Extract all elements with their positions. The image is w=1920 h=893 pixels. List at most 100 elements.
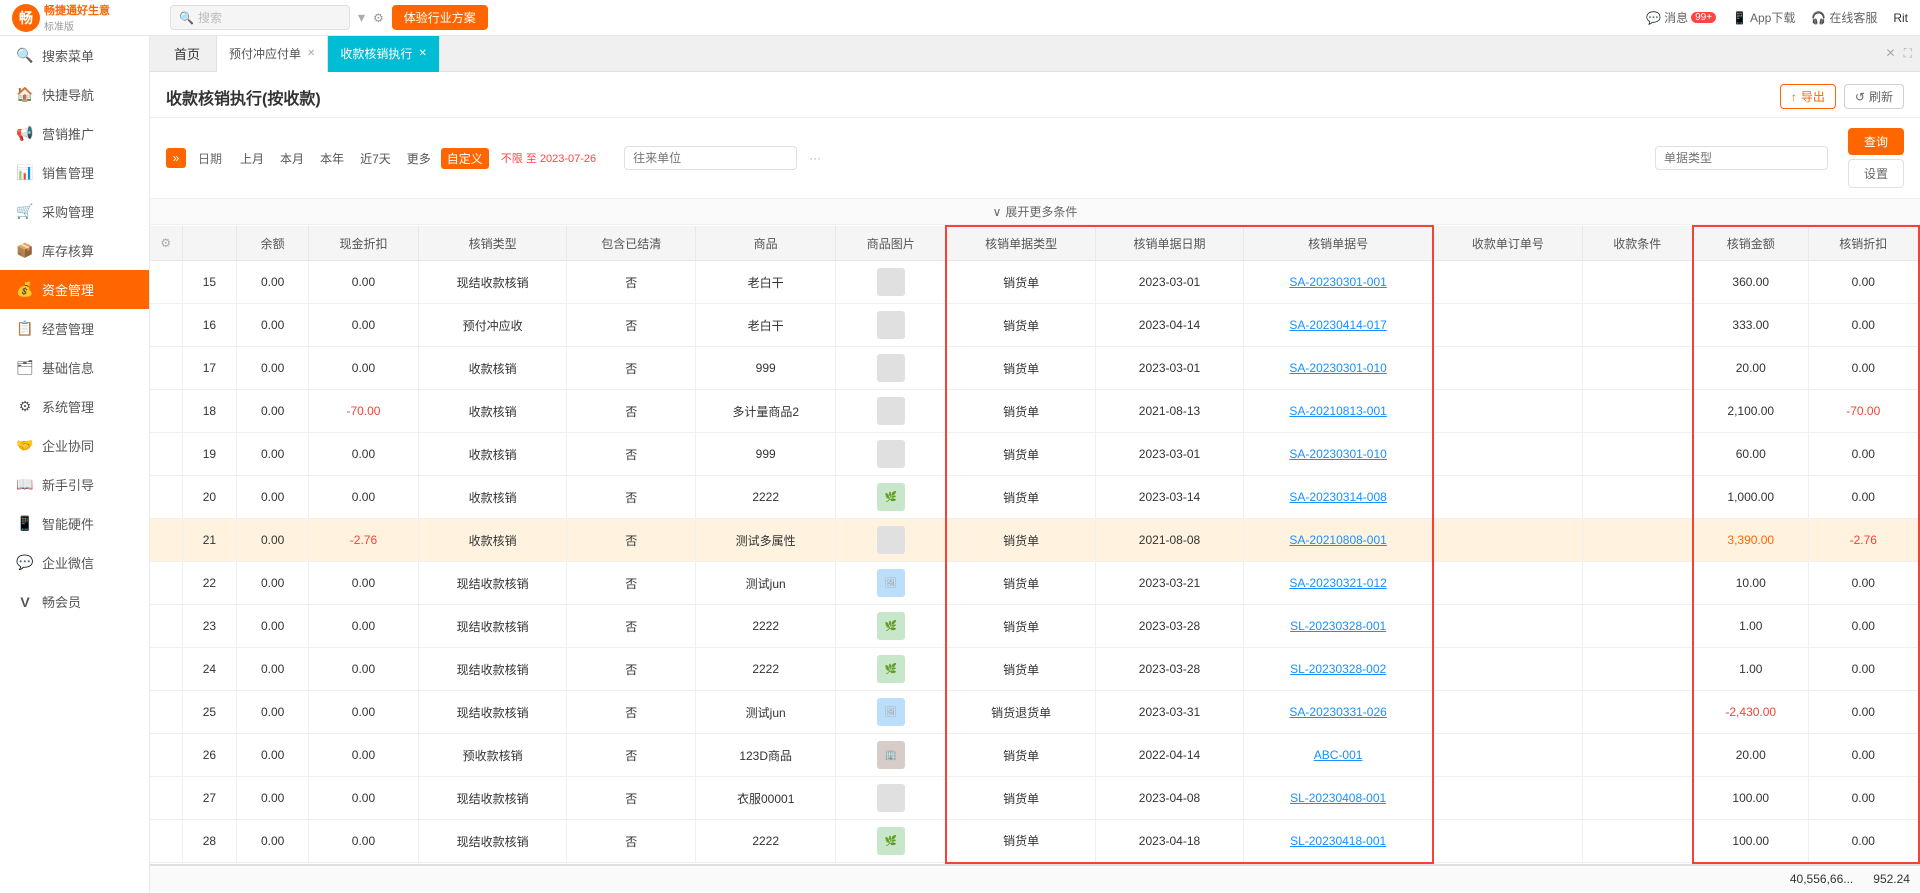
doc-type-input[interactable]: [1655, 146, 1828, 170]
cell-settings: [150, 648, 182, 691]
cell-include-settled: 否: [567, 347, 696, 390]
cell-receipt-order-no: [1433, 691, 1582, 734]
doc-no-link[interactable]: SA-20230321-012: [1289, 576, 1386, 590]
date-btn-custom[interactable]: 自定义: [441, 148, 489, 169]
cell-writeoff-doc-no[interactable]: SA-20210813-001: [1244, 390, 1434, 433]
cell-goods: 测试多属性: [696, 519, 836, 562]
expand-more-row[interactable]: ∨ 展开更多条件: [150, 199, 1920, 225]
sidebar-item-sales[interactable]: 📊 销售管理: [0, 153, 149, 192]
sidebar-item-finance[interactable]: 💰 资金管理: [0, 270, 149, 309]
cell-writeoff-doc-no[interactable]: SL-20230328-002: [1244, 648, 1434, 691]
export-label: 导出: [1801, 88, 1825, 105]
doc-no-link[interactable]: SA-20210808-001: [1289, 533, 1386, 547]
cell-seq: 16: [182, 304, 237, 347]
sidebar-item-inventory[interactable]: 📦 库存核算: [0, 231, 149, 270]
search-menu-icon: 🔍: [16, 47, 34, 65]
cell-writeoff-doc-no[interactable]: SL-20230328-001: [1244, 605, 1434, 648]
industry-solution-btn[interactable]: 体验行业方案: [392, 5, 488, 30]
cell-writeoff-doc-no[interactable]: SL-20230408-001: [1244, 777, 1434, 820]
cell-goods-img: 🌿: [836, 476, 947, 519]
tab-writeoff-label: 收款核销执行: [340, 45, 412, 62]
date-btn-more[interactable]: 更多: [401, 148, 437, 169]
data-table: ⚙ 余额 现金折扣 核销类型 包含已结清 商品 商品图片 核销单据类型 核销单据…: [150, 225, 1920, 864]
doc-no-link[interactable]: SA-20230414-017: [1289, 318, 1386, 332]
doc-no-link[interactable]: SL-20230328-001: [1290, 619, 1386, 633]
cell-writeoff-doc-no[interactable]: SA-20230331-026: [1244, 691, 1434, 734]
query-btn[interactable]: 查询: [1848, 128, 1904, 155]
date-btn-lastmonth[interactable]: 上月: [234, 148, 270, 169]
sidebar-item-purchase[interactable]: 🛒 采购管理: [0, 192, 149, 231]
sidebar-item-search-menu[interactable]: 🔍 搜索菜单: [0, 36, 149, 75]
sidebar-item-marketing[interactable]: 📢 营销推广: [0, 114, 149, 153]
marketing-icon: 📢: [16, 125, 34, 143]
cell-writeoff-doc-no[interactable]: SL-20230418-001: [1244, 820, 1434, 863]
tab-close-all[interactable]: ✕: [1886, 46, 1896, 61]
doc-no-link[interactable]: SL-20230408-001: [1290, 791, 1386, 805]
cell-writeoff-doc-no[interactable]: ABC-001: [1244, 734, 1434, 777]
tab-prepay-close[interactable]: ✕: [307, 48, 315, 59]
cell-writeoff-doc-no[interactable]: SA-20230414-017: [1244, 304, 1434, 347]
table-row: 15 0.00 0.00 现结收款核销 否 老白干 销货单 2023-03-01…: [150, 261, 1919, 304]
cell-writeoff-doc-no[interactable]: SA-20230314-008: [1244, 476, 1434, 519]
tab-prepay[interactable]: 预付冲应付单 ✕: [217, 36, 328, 72]
doc-no-link[interactable]: SA-20230301-010: [1289, 447, 1386, 461]
doc-no-link[interactable]: SA-20230301-010: [1289, 361, 1386, 375]
cell-balance: 0.00: [237, 261, 309, 304]
doc-no-link[interactable]: SA-20230331-026: [1289, 705, 1386, 719]
date-btn-7days[interactable]: 近7天: [354, 148, 397, 169]
cell-writeoff-doc-date: 2023-03-28: [1095, 605, 1243, 648]
from-unit-input[interactable]: [624, 146, 797, 170]
cell-balance: 0.00: [237, 304, 309, 347]
sidebar-label-quicknav: 快捷导航: [42, 85, 94, 104]
cell-writeoff-doc-no[interactable]: SA-20210808-001: [1244, 519, 1434, 562]
cell-writeoff-discount: 0.00: [1808, 261, 1919, 304]
tab-writeoff-close[interactable]: ✕: [418, 48, 426, 59]
messages-btn[interactable]: 💬 消息 99+: [1646, 9, 1716, 26]
doc-no-link[interactable]: SA-20230301-001: [1289, 275, 1386, 289]
doc-no-link[interactable]: SL-20230418-001: [1290, 834, 1386, 848]
tab-home[interactable]: 首页: [158, 36, 217, 72]
col-receipt-condition: 收款条件: [1582, 226, 1693, 261]
date-btn-thismonth[interactable]: 本月: [274, 148, 310, 169]
cell-writeoff-doc-no[interactable]: SA-20230301-010: [1244, 347, 1434, 390]
sidebar-item-quick-nav[interactable]: 🏠 快捷导航: [0, 75, 149, 114]
doc-no-link[interactable]: SL-20230328-002: [1290, 662, 1386, 676]
doc-no-link[interactable]: SA-20230314-008: [1289, 490, 1386, 504]
doc-no-link[interactable]: SA-20210813-001: [1289, 404, 1386, 418]
sidebar-item-collab[interactable]: 🤝 企业协同: [0, 426, 149, 465]
user-avatar[interactable]: Rit: [1893, 11, 1908, 25]
cell-receipt-order-no: [1433, 261, 1582, 304]
tab-writeoff[interactable]: 收款核销执行 ✕: [328, 36, 439, 72]
sidebar-item-system[interactable]: ⚙ 系统管理: [0, 387, 149, 426]
gear-icon[interactable]: ⚙: [373, 11, 384, 25]
sidebar-item-ops[interactable]: 📋 经营管理: [0, 309, 149, 348]
cell-cash-discount: 0.00: [308, 261, 418, 304]
tab-fullscreen[interactable]: ⛶: [1904, 46, 1912, 61]
online-support-btn[interactable]: 🎧 在线客服: [1811, 9, 1877, 26]
date-btn-thisyear[interactable]: 本年: [314, 148, 350, 169]
app-download-btn[interactable]: 📱 App下载: [1732, 9, 1795, 26]
doc-no-link[interactable]: ABC-001: [1314, 748, 1363, 762]
filter-expand-btn[interactable]: »: [166, 148, 186, 168]
dropdown-arrow[interactable]: ▾: [358, 9, 365, 26]
sidebar-label-guide: 新手引导: [42, 475, 94, 494]
cell-writeoff-doc-no[interactable]: SA-20230301-010: [1244, 433, 1434, 476]
sidebar-item-smart-hw[interactable]: 📱 智能硬件: [0, 504, 149, 543]
table-wrapper[interactable]: ⚙ 余额 现金折扣 核销类型 包含已结清 商品 商品图片 核销单据类型 核销单据…: [150, 225, 1920, 893]
sidebar-item-wechat[interactable]: 💬 企业微信: [0, 543, 149, 582]
sales-icon: 📊: [16, 164, 34, 182]
export-btn[interactable]: ↑ 导出: [1780, 84, 1836, 109]
cell-goods-img: 🌿: [836, 605, 947, 648]
sidebar-item-guide[interactable]: 📖 新手引导: [0, 465, 149, 504]
cell-writeoff-doc-no[interactable]: SA-20230301-001: [1244, 261, 1434, 304]
cell-receipt-order-no: [1433, 433, 1582, 476]
cell-writeoff-doc-no[interactable]: SA-20230321-012: [1244, 562, 1434, 605]
cell-writeoff-type: 预收款核销: [418, 734, 566, 777]
sidebar-item-base[interactable]: 🗂 基础信息: [0, 348, 149, 387]
top-search-box[interactable]: 🔍 搜索: [170, 5, 350, 30]
settings-btn[interactable]: 设置: [1848, 159, 1904, 188]
col-settings[interactable]: ⚙: [150, 226, 182, 261]
table-row: 23 0.00 0.00 现结收款核销 否 2222 🌿 销货单 2023-03…: [150, 605, 1919, 648]
refresh-btn[interactable]: ↺ 刷新: [1844, 84, 1904, 109]
sidebar-item-member[interactable]: V 畅会员: [0, 582, 149, 621]
